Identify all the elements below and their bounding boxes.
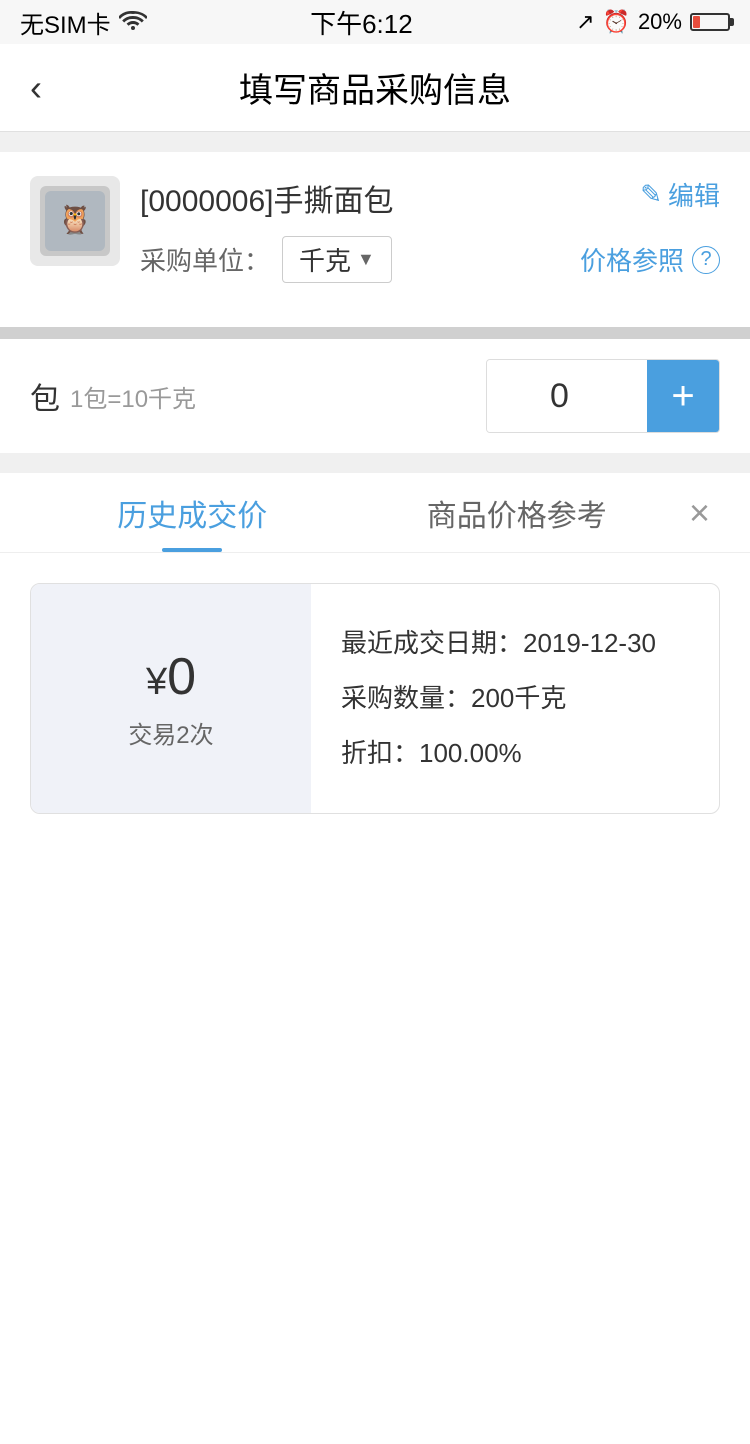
product-name: [0000006]手撕面包: [140, 176, 393, 220]
price-number: 0: [167, 648, 196, 706]
quantity-section: 包 1包=10千克 +: [0, 339, 750, 453]
status-bar: 无SIM卡 下午6:12 ↗ ⏰ 20%: [0, 0, 750, 44]
product-thumbnail: 🦉: [40, 186, 110, 256]
card-price-value: ¥0: [146, 647, 196, 707]
quantity-input[interactable]: [487, 360, 647, 432]
card-details-right: 最近成交日期：2019-12-30 采购数量：200千克 折扣：100.00%: [311, 584, 719, 813]
card-container: ¥0 交易2次 最近成交日期：2019-12-30 采购数量：200千克 折扣：…: [0, 553, 750, 844]
qty-value: 200千克: [471, 683, 566, 713]
price-ref-button[interactable]: 价格参照 ?: [580, 241, 720, 278]
edit-icon: ✎: [640, 179, 662, 210]
txn-count: 交易2次: [128, 715, 213, 750]
page-title: 填写商品采购信息: [239, 63, 511, 112]
yen-symbol: ¥: [146, 661, 167, 703]
date-label: 最近成交日期：: [341, 628, 523, 658]
section-divider: [0, 327, 750, 339]
product-left: 🦉 [0000006]手撕面包 采购单位： 千克 ▼: [30, 176, 393, 283]
quantity-input-group: +: [486, 359, 720, 433]
tab-history-label: 历史成交价: [117, 491, 267, 535]
tab-price-ref-label: 商品价格参考: [427, 491, 607, 535]
date-value: 2019-12-30: [523, 628, 656, 658]
dropdown-arrow-icon: ▼: [357, 249, 375, 270]
qty-unit: 包: [30, 374, 60, 418]
unit-row: 采购单位： 千克 ▼: [140, 236, 393, 283]
tabs-close-button[interactable]: ×: [679, 492, 720, 534]
status-time: 下午6:12: [310, 4, 413, 41]
battery-icon: [690, 13, 730, 31]
status-left: 无SIM卡: [20, 5, 147, 40]
qty-label: 采购数量：: [341, 683, 471, 713]
tab-history-price[interactable]: 历史成交价: [30, 473, 354, 552]
alarm-icon: ⏰: [603, 9, 630, 35]
bottom-area: [0, 844, 750, 1444]
price-ref-label: 价格参照: [580, 241, 684, 278]
edit-label: 编辑: [668, 176, 720, 213]
tabs-header: 历史成交价 商品价格参考 ×: [0, 473, 750, 553]
unit-select-button[interactable]: 千克 ▼: [282, 236, 392, 283]
product-section: 🦉 [0000006]手撕面包 采购单位： 千克 ▼ ✎ 编辑: [0, 152, 750, 327]
date-row: 最近成交日期：2019-12-30: [341, 624, 689, 663]
status-right: ↗ ⏰ 20%: [576, 9, 730, 35]
product-right: ✎ 编辑 价格参照 ?: [580, 176, 720, 278]
quantity-plus-button[interactable]: +: [647, 360, 719, 432]
nav-bar: ‹ 填写商品采购信息: [0, 44, 750, 132]
info-icon: ?: [692, 246, 720, 274]
quantity-left: 包 1包=10千克: [30, 374, 196, 418]
tab-active-indicator: [162, 548, 222, 552]
discount-label: 折扣：: [341, 738, 419, 768]
discount-value: 100.00%: [419, 738, 522, 768]
product-image: 🦉: [30, 176, 120, 266]
qty-row: 采购数量：200千克: [341, 679, 689, 718]
qty-conversion: 1包=10千克: [70, 379, 196, 414]
edit-button[interactable]: ✎ 编辑: [640, 176, 720, 213]
tab-price-ref[interactable]: 商品价格参考: [354, 473, 678, 552]
no-sim-label: 无SIM卡: [20, 5, 111, 40]
battery-pct: 20%: [638, 9, 682, 35]
unit-label: 采购单位：: [140, 241, 270, 278]
wifi-icon: [119, 8, 147, 37]
product-info: [0000006]手撕面包 采购单位： 千克 ▼: [140, 176, 393, 283]
back-button[interactable]: ‹: [30, 67, 90, 109]
svg-text:🦉: 🦉: [58, 204, 93, 236]
card-price-left: ¥0 交易2次: [31, 584, 311, 813]
tabs-section: 历史成交价 商品价格参考 × ¥0 交易2次 最近成交日期：2019-12-30…: [0, 473, 750, 844]
history-card: ¥0 交易2次 最近成交日期：2019-12-30 采购数量：200千克 折扣：…: [30, 583, 720, 814]
discount-row: 折扣：100.00%: [341, 734, 689, 773]
product-header: 🦉 [0000006]手撕面包 采购单位： 千克 ▼ ✎ 编辑: [30, 176, 720, 283]
location-icon: ↗: [576, 9, 594, 35]
unit-value: 千克: [299, 241, 351, 278]
